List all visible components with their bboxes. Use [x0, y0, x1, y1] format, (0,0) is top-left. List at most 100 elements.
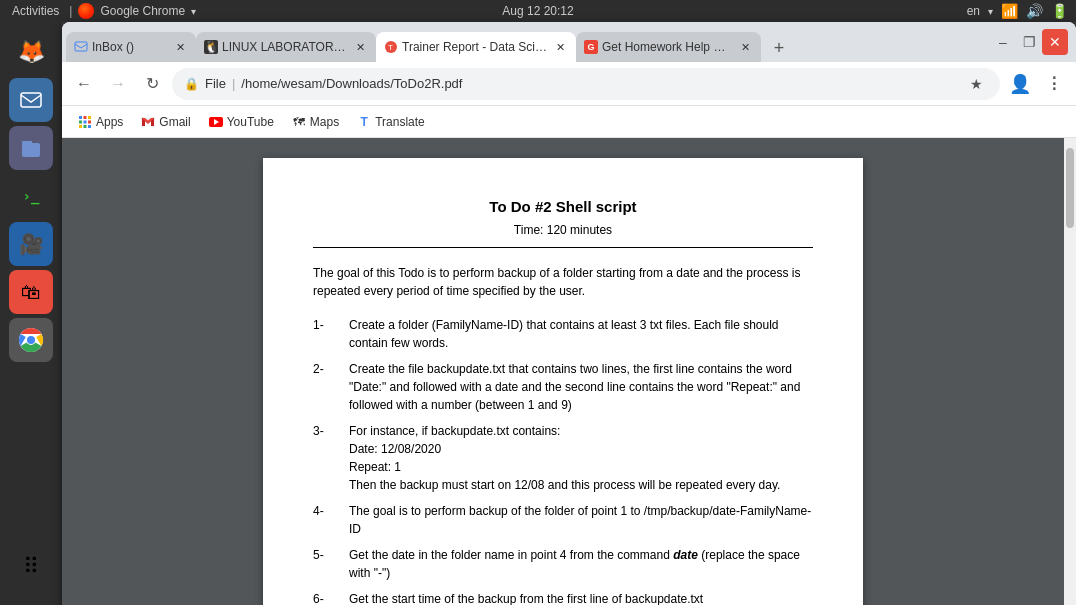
activities-button[interactable]: Activities: [8, 2, 63, 20]
pdf-page: To Do #2 Shell script Time: 120 minutes …: [263, 158, 863, 605]
svg-point-5: [27, 336, 35, 344]
sidebar-zoom[interactable]: 🎥: [9, 222, 53, 266]
bookmark-translate[interactable]: T Translate: [349, 111, 433, 133]
scrollbar-thumb[interactable]: [1066, 148, 1074, 228]
svg-rect-9: [79, 116, 82, 119]
list-item: 6- Get the start time of the backup from…: [313, 590, 813, 605]
svg-rect-0: [21, 93, 41, 107]
tab-linux[interactable]: 🐧 LINUX LABORATORY-119... ✕: [196, 32, 376, 62]
svg-rect-6: [75, 42, 87, 51]
sidebar-apps[interactable]: ⠿: [9, 545, 53, 589]
close-button[interactable]: ✕: [1042, 29, 1068, 55]
minimize-button[interactable]: –: [990, 29, 1016, 55]
svg-rect-15: [79, 125, 82, 128]
svg-rect-14: [88, 120, 91, 123]
url-protocol: File: [205, 76, 226, 91]
list-content-6: Get the start time of the backup from th…: [349, 590, 813, 605]
pdf-viewer[interactable]: To Do #2 Shell script Time: 120 minutes …: [62, 138, 1064, 605]
datetime-label: Aug 12 20:12: [502, 4, 573, 18]
lang-dropdown-arrow[interactable]: ▾: [988, 6, 993, 17]
network-icon: 📶: [1001, 3, 1018, 19]
tab-linux-close[interactable]: ✕: [352, 39, 368, 55]
tab-homework-close[interactable]: ✕: [737, 39, 753, 55]
sidebar-chrome[interactable]: [9, 318, 53, 362]
tab-linux-title: LINUX LABORATORY-119...: [222, 40, 348, 54]
svg-rect-16: [84, 125, 87, 128]
content-area: To Do #2 Shell script Time: 120 minutes …: [62, 138, 1076, 605]
bookmark-youtube-label: YouTube: [227, 115, 274, 129]
maps-icon: 🗺: [292, 115, 306, 129]
list-content-3: For instance, if backupdate.txt contains…: [349, 422, 813, 494]
svg-rect-13: [84, 120, 87, 123]
list-item: 4- The goal is to perform backup of the …: [313, 502, 813, 538]
apps-grid-icon: [78, 115, 92, 129]
list-item: 2- Create the file backupdate.txt that c…: [313, 360, 813, 414]
tab-linux-favicon: 🐧: [204, 40, 218, 54]
bookmark-gmail-label: Gmail: [159, 115, 190, 129]
bookmark-apps[interactable]: Apps: [70, 111, 131, 133]
url-text: /home/wesam/Downloads/ToDo2R.pdf: [241, 76, 958, 91]
tab-trainer-close[interactable]: ✕: [552, 39, 568, 55]
addressbar: ← → ↻ 🔒 File | /home/wesam/Downloads/ToD…: [62, 62, 1076, 106]
list-num-4: 4-: [313, 502, 341, 538]
svg-rect-1: [22, 143, 40, 157]
url-separator: |: [232, 76, 235, 91]
youtube-icon: [209, 115, 223, 129]
tab-inbox[interactable]: InBox () ✕: [66, 32, 196, 62]
scrollbar[interactable]: [1064, 138, 1076, 605]
sidebar-mail[interactable]: [9, 78, 53, 122]
bookmarks-bar: Apps Gmail YouTu: [62, 106, 1076, 138]
sidebar-files[interactable]: [9, 126, 53, 170]
bookmark-star-button[interactable]: ★: [964, 72, 988, 96]
bookmark-maps[interactable]: 🗺 Maps: [284, 111, 347, 133]
list-num-2: 2-: [313, 360, 341, 414]
chrome-window: InBox () ✕ 🐧 LINUX LABORATORY-119... ✕ T…: [62, 22, 1076, 605]
bookmark-translate-label: Translate: [375, 115, 425, 129]
pdf-time: Time: 120 minutes: [313, 223, 813, 248]
gmail-icon: [141, 115, 155, 129]
list-item: 3- For instance, if backupdate.txt conta…: [313, 422, 813, 494]
forward-button[interactable]: →: [104, 70, 132, 98]
tab-homework-title: Get Homework Help With...: [602, 40, 733, 54]
dropdown-arrow[interactable]: ▾: [191, 6, 196, 17]
list-num-6: 6-: [313, 590, 341, 605]
tab-inbox-close[interactable]: ✕: [172, 39, 188, 55]
volume-icon: 🔊: [1026, 3, 1043, 19]
translate-icon: T: [357, 115, 371, 129]
reload-button[interactable]: ↻: [138, 70, 166, 98]
svg-rect-12: [79, 120, 82, 123]
language-indicator[interactable]: en: [967, 4, 980, 18]
bookmark-gmail[interactable]: Gmail: [133, 111, 198, 133]
menu-button[interactable]: ⋮: [1040, 70, 1068, 98]
bookmark-apps-label: Apps: [96, 115, 123, 129]
maximize-button[interactable]: ❐: [1016, 29, 1042, 55]
svg-rect-11: [88, 116, 91, 119]
app-name-label: Google Chrome: [100, 4, 185, 18]
tab-trainer-favicon: T: [384, 40, 398, 54]
bookmark-youtube[interactable]: YouTube: [201, 111, 282, 133]
svg-text:T: T: [388, 43, 393, 52]
back-button[interactable]: ←: [70, 70, 98, 98]
profile-button[interactable]: 👤: [1006, 70, 1034, 98]
sidebar-firefox[interactable]: 🦊: [9, 30, 53, 74]
window-controls: – ❐ ✕: [982, 22, 1076, 62]
tab-trainer[interactable]: T Trainer Report - Data Scie... ✕: [376, 32, 576, 62]
list-item: 5- Get the date in the folder name in po…: [313, 546, 813, 582]
sidebar-software[interactable]: 🛍: [9, 270, 53, 314]
list-num-5: 5-: [313, 546, 341, 582]
url-lock-icon: 🔒: [184, 77, 199, 91]
list-content-1: Create a folder (FamilyName-ID) that con…: [349, 316, 813, 352]
tab-homework[interactable]: G Get Homework Help With... ✕: [576, 32, 761, 62]
os-sidebar: 🦊 ›_ 🎥 🛍 ⠿: [0, 22, 62, 605]
list-content-2: Create the file backupdate.txt that cont…: [349, 360, 813, 414]
list-num-3: 3-: [313, 422, 341, 494]
list-content-4: The goal is to perform backup of the fol…: [349, 502, 813, 538]
tab-trainer-title: Trainer Report - Data Scie...: [402, 40, 548, 54]
tab-inbox-favicon: [74, 40, 88, 54]
tab-inbox-title: InBox (): [92, 40, 168, 54]
list-num-1: 1-: [313, 316, 341, 352]
url-bar[interactable]: 🔒 File | /home/wesam/Downloads/ToDo2R.pd…: [172, 68, 1000, 100]
sidebar-terminal[interactable]: ›_: [9, 174, 53, 218]
new-tab-button[interactable]: +: [765, 34, 793, 62]
tab-homework-favicon: G: [584, 40, 598, 54]
